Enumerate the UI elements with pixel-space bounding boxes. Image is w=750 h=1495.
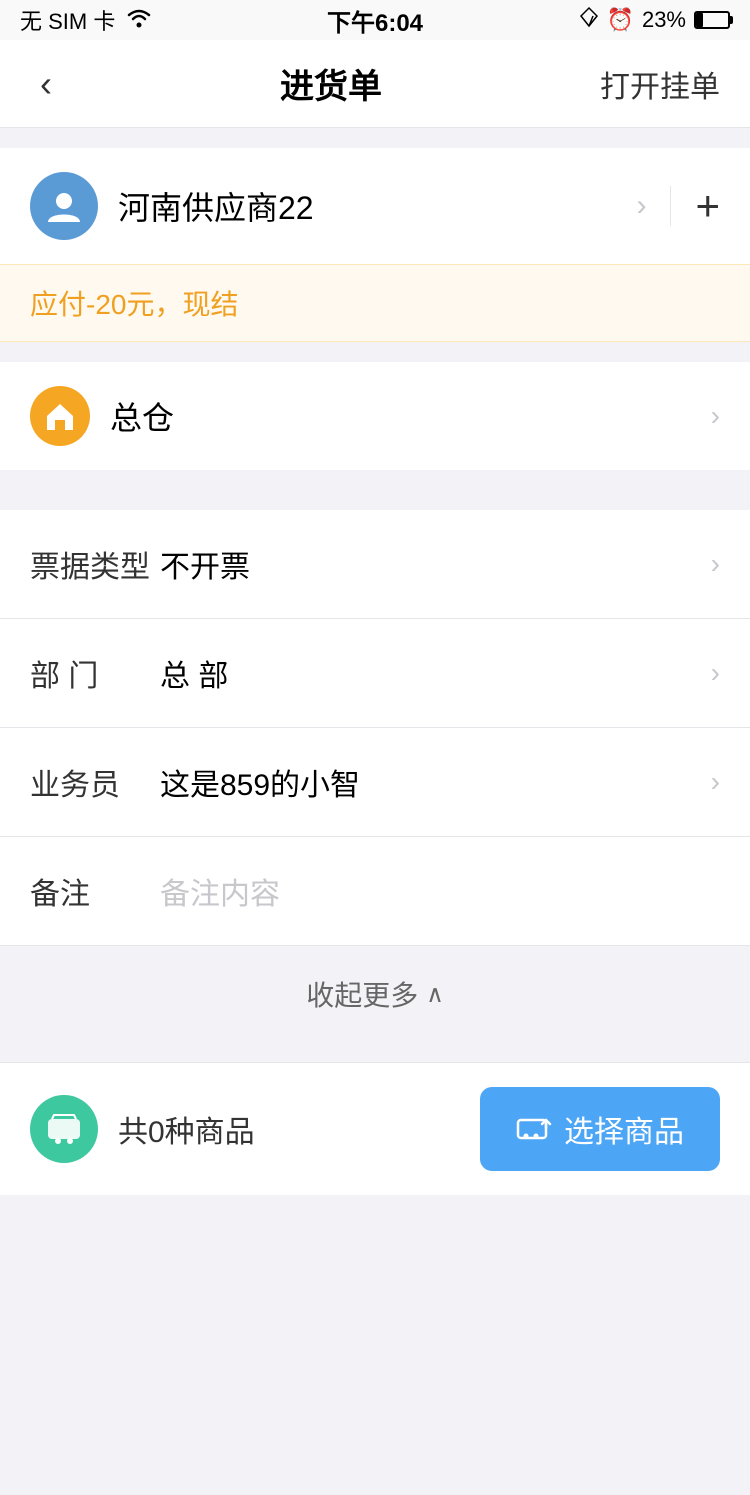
department-value: 总 部 <box>160 651 711 695</box>
section-gap-2 <box>0 342 750 362</box>
salesperson-row[interactable]: 业务员 这是859的小智 › <box>0 728 750 837</box>
form-section: 票据类型 不开票 › 部 门 总 部 › 业务员 这是859的小智 › 备注 备… <box>0 510 750 945</box>
invoice-type-label: 票据类型 <box>30 542 160 586</box>
remark-value[interactable]: 备注内容 <box>160 869 720 913</box>
status-left: 无 SIM 卡 <box>20 4 153 36</box>
warehouse-card: 总仓 › <box>0 362 750 470</box>
nav-bar: ‹ 进货单 打开挂单 <box>0 40 750 128</box>
remark-label: 备注 <box>30 869 160 913</box>
department-row[interactable]: 部 门 总 部 › <box>0 619 750 728</box>
supplier-chevron-icon: › <box>636 189 646 223</box>
supplier-row[interactable]: 河南供应商22 › + <box>0 148 750 264</box>
collapse-icon: ∧ <box>426 980 444 1009</box>
back-button[interactable]: ‹ <box>30 53 62 115</box>
section-gap-4 <box>0 1042 750 1062</box>
collapse-label: 收起更多 <box>306 974 418 1014</box>
warehouse-name: 总仓 <box>110 393 711 439</box>
location-icon <box>579 6 599 34</box>
product-icon-wrap <box>30 1095 98 1163</box>
product-count-label: 共0种商品 <box>118 1107 480 1151</box>
status-time: 下午6:04 <box>327 3 423 38</box>
supplier-card: 河南供应商22 › + 应付-20元，现结 <box>0 148 750 342</box>
invoice-type-row[interactable]: 票据类型 不开票 › <box>0 510 750 619</box>
carrier-label: 无 SIM 卡 <box>20 4 115 36</box>
rest-background <box>0 1195 750 1495</box>
salesperson-value: 这是859的小智 <box>160 760 711 804</box>
section-gap-3 <box>0 470 750 490</box>
invoice-type-chevron-icon: › <box>711 548 720 580</box>
add-button[interactable]: + <box>695 182 720 230</box>
status-right: ⏰ 23% <box>579 6 730 34</box>
remark-row[interactable]: 备注 备注内容 <box>0 837 750 945</box>
alarm-icon: ⏰ <box>607 7 634 33</box>
section-gap-1 <box>0 128 750 148</box>
product-bar: 共0种商品 选择商品 <box>0 1062 750 1195</box>
collapse-row[interactable]: 收起更多 ∧ <box>0 945 750 1042</box>
open-pending-button[interactable]: 打开挂单 <box>600 62 720 106</box>
warehouse-row[interactable]: 总仓 › <box>0 362 750 470</box>
department-chevron-icon: › <box>711 657 720 689</box>
salesperson-chevron-icon: › <box>711 766 720 798</box>
wifi-icon <box>125 6 153 34</box>
salesperson-label: 业务员 <box>30 760 160 804</box>
select-product-label: 选择商品 <box>564 1107 684 1151</box>
battery-percent: 23% <box>642 7 686 33</box>
warehouse-chevron-icon: › <box>711 400 720 432</box>
notice-text: 应付-20元，现结 <box>30 289 238 320</box>
invoice-type-value: 不开票 <box>160 542 711 586</box>
supplier-divider <box>670 186 671 226</box>
supplier-name: 河南供应商22 <box>118 183 636 229</box>
warehouse-icon <box>30 386 90 446</box>
status-bar: 无 SIM 卡 下午6:04 ⏰ 23% <box>0 0 750 40</box>
page-title: 进货单 <box>280 59 382 108</box>
select-product-button[interactable]: 选择商品 <box>480 1087 720 1171</box>
battery-icon <box>694 11 730 29</box>
notice-banner: 应付-20元，现结 <box>0 264 750 342</box>
supplier-avatar <box>30 172 98 240</box>
department-label: 部 门 <box>30 651 160 695</box>
